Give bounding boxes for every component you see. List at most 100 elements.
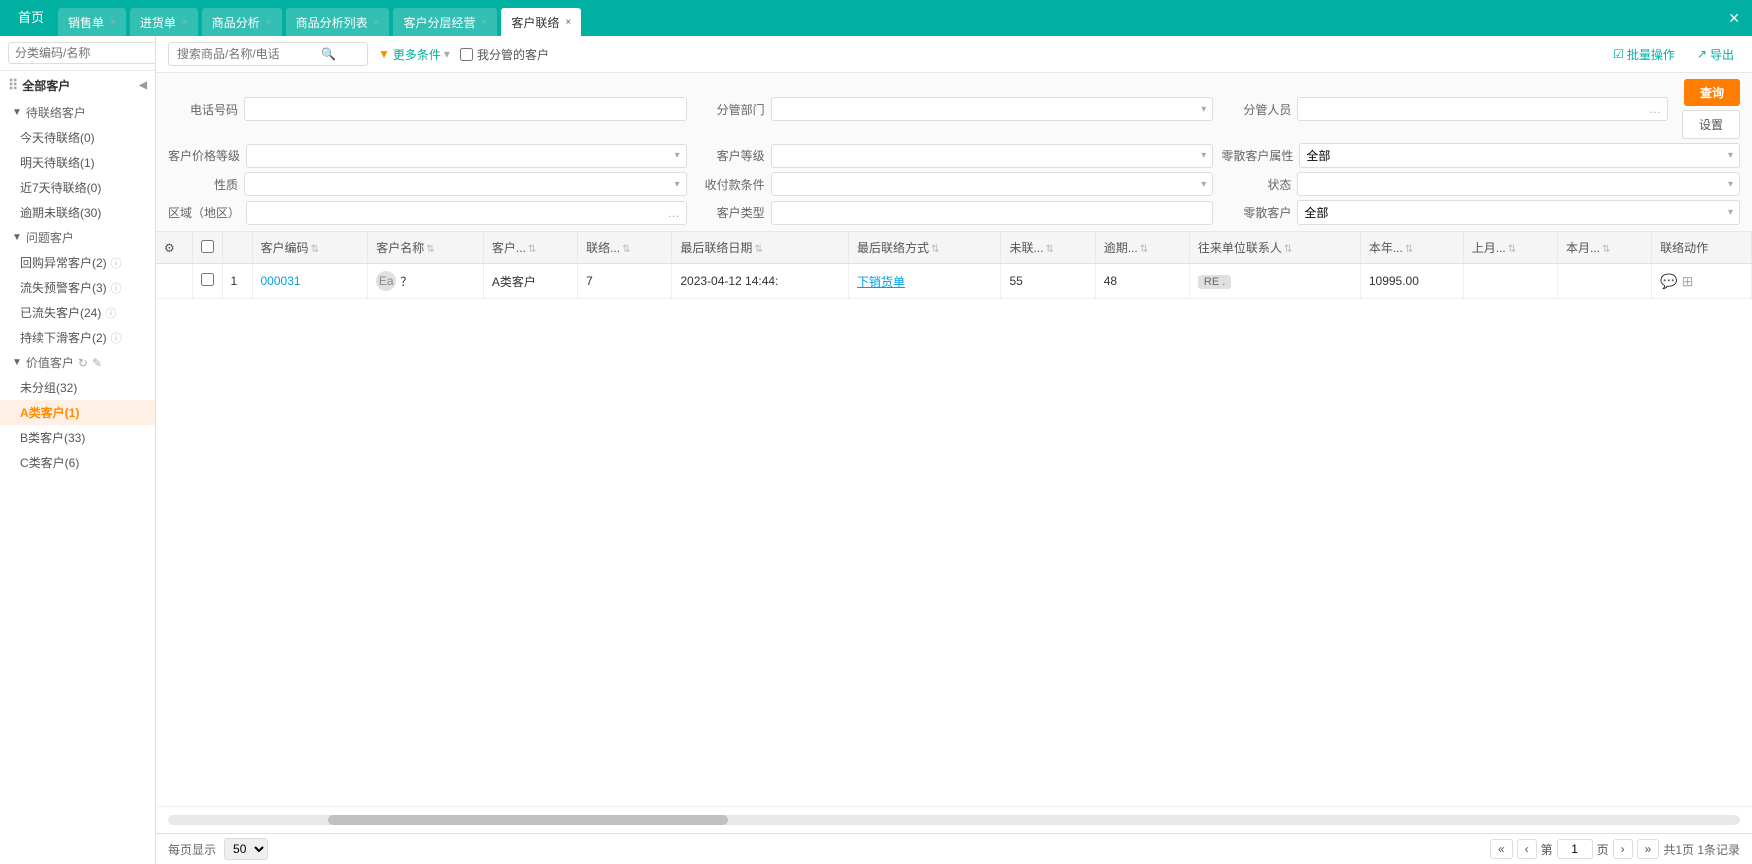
unit-contact-badge: RE . bbox=[1198, 275, 1231, 289]
nav-tab-salesorder-close[interactable]: × bbox=[110, 17, 116, 28]
nav-tab-crm-close[interactable]: × bbox=[481, 17, 487, 28]
th-settings[interactable]: ⚙ bbox=[156, 232, 192, 264]
page-suffix: 页 bbox=[1597, 841, 1609, 858]
sidebar-item-repurchase-anomaly[interactable]: 回购异常客户(2) ⓘ bbox=[0, 250, 155, 275]
my-customers-checkbox[interactable] bbox=[460, 48, 473, 61]
nav-tab-contact[interactable]: 客户联络 × bbox=[501, 8, 581, 36]
filter-region-input[interactable]: … bbox=[246, 201, 687, 225]
sidebar-group-value[interactable]: ▼ 价值客户 ↻ ✎ bbox=[0, 350, 155, 375]
first-page-btn[interactable]: « bbox=[1490, 839, 1513, 859]
sidebar-item-tomorrow[interactable]: 明天待联络(1) bbox=[0, 150, 155, 175]
th-type[interactable]: 客户...⇅ bbox=[483, 232, 577, 264]
nav-tab-salesorder[interactable]: 销售单 × bbox=[58, 8, 126, 36]
sidebar-item-churned[interactable]: 已流失客户(24) ⓘ bbox=[0, 300, 155, 325]
select-all-checkbox[interactable] bbox=[201, 240, 214, 253]
query-button[interactable]: 查询 bbox=[1684, 79, 1740, 106]
search-box[interactable]: 🔍 bbox=[168, 42, 368, 66]
info-icon: ⓘ bbox=[111, 255, 122, 271]
sidebar-item-declining[interactable]: 持续下滑客户(2) ⓘ bbox=[0, 325, 155, 350]
filter-customer-level-select[interactable]: ▾ bbox=[771, 144, 1214, 168]
nav-tab-crm[interactable]: 客户分层经营 × bbox=[393, 8, 497, 36]
scrollbar-track[interactable] bbox=[168, 815, 1740, 825]
th-unit-contact[interactable]: 往来单位联系人⇅ bbox=[1189, 232, 1360, 264]
filter-retail: 零散客户 全部 ▾ bbox=[1221, 200, 1740, 225]
window-close-button[interactable]: ✕ bbox=[1724, 6, 1744, 31]
th-this-year[interactable]: 本年...⇅ bbox=[1360, 232, 1463, 264]
last-page-btn[interactable]: » bbox=[1637, 839, 1660, 859]
sidebar-item-overdue[interactable]: 逾期未联络(30) bbox=[0, 200, 155, 225]
sidebar-item-ungroup[interactable]: 未分组(32) bbox=[0, 375, 155, 400]
export-btn[interactable]: ↗ 导出 bbox=[1691, 44, 1740, 65]
nav-tab-salesorder-label: 销售单 bbox=[68, 14, 104, 31]
nav-tab-analytics-close[interactable]: × bbox=[266, 17, 272, 28]
chat-action-icon[interactable]: 💬 bbox=[1660, 273, 1677, 290]
cell-this-month bbox=[1557, 264, 1651, 299]
sidebar-group-pending[interactable]: ▼ 待联络客户 bbox=[0, 100, 155, 125]
last-way-link[interactable]: 下销货单 bbox=[857, 275, 905, 289]
filter-cust-type-input[interactable] bbox=[771, 201, 1214, 225]
th-not-contact[interactable]: 未联...⇅ bbox=[1001, 232, 1095, 264]
total-info: 共1页 1条记录 bbox=[1663, 841, 1740, 858]
sidebar-all-customers[interactable]: ⠿ 全部客户 ◀ bbox=[0, 71, 155, 100]
my-customers-checkbox-label[interactable]: 我分管的客户 bbox=[460, 46, 549, 63]
advanced-filter: 电话号码 分管部门 ▾ 分管人员 … bbox=[156, 73, 1752, 232]
filter-nature-select[interactable]: ▾ bbox=[244, 172, 687, 196]
th-name[interactable]: 客户名称⇅ bbox=[368, 232, 484, 264]
nav-tab-purchase-close[interactable]: × bbox=[182, 17, 188, 28]
more-filter-btn[interactable]: ▼ 更多条件 ▾ bbox=[378, 46, 450, 63]
th-this-month[interactable]: 本月...⇅ bbox=[1557, 232, 1651, 264]
retail-attr-value: 全部 bbox=[1306, 147, 1330, 164]
page-size-select[interactable]: 50 bbox=[224, 838, 268, 860]
th-last-date[interactable]: 最后联络日期⇅ bbox=[672, 232, 849, 264]
nav-home[interactable]: 首页 bbox=[8, 0, 54, 36]
page-number-input[interactable] bbox=[1557, 839, 1593, 859]
filter-dept: 分管部门 ▾ bbox=[695, 97, 1214, 121]
sidebar-item-c-class[interactable]: C类客户(6) bbox=[0, 450, 155, 475]
th-overdue[interactable]: 逾期...⇅ bbox=[1095, 232, 1189, 264]
nav-tab-analyticslist-close[interactable]: × bbox=[374, 17, 380, 28]
sidebar-item-churn-warning[interactable]: 流失预警客户(3) ⓘ bbox=[0, 275, 155, 300]
refresh-icon[interactable]: ↻ bbox=[78, 356, 88, 370]
search-icon[interactable]: 🔍 bbox=[321, 47, 336, 61]
th-checkbox[interactable] bbox=[192, 232, 222, 264]
row-checkbox[interactable] bbox=[201, 273, 214, 286]
filter-price-level-select[interactable]: ▾ bbox=[246, 144, 687, 168]
search-input[interactable] bbox=[177, 47, 317, 61]
th-contact[interactable]: 联络...⇅ bbox=[578, 232, 672, 264]
dots-person[interactable]: … bbox=[1649, 102, 1661, 116]
th-code[interactable]: 客户编码⇅ bbox=[252, 232, 368, 264]
th-last-way[interactable]: 最后联络方式⇅ bbox=[848, 232, 1001, 264]
prev-page-btn[interactable]: ‹ bbox=[1517, 839, 1537, 859]
sidebar-search-input[interactable] bbox=[8, 42, 156, 64]
sidebar-item-a-class[interactable]: A类客户(1) bbox=[0, 400, 155, 425]
cell-checkbox[interactable] bbox=[192, 264, 222, 299]
th-last-month[interactable]: 上月...⇅ bbox=[1463, 232, 1557, 264]
next-page-btn[interactable]: › bbox=[1613, 839, 1633, 859]
edit-icon[interactable]: ✎ bbox=[92, 356, 102, 370]
sidebar-group-problem[interactable]: ▼ 问题客户 bbox=[0, 225, 155, 250]
cell-last-way[interactable]: 下销货单 bbox=[848, 264, 1001, 299]
dots-region[interactable]: … bbox=[668, 206, 680, 220]
cell-code[interactable]: 000031 bbox=[252, 264, 368, 299]
grid-action-icon[interactable]: ⊞ bbox=[1682, 273, 1694, 290]
triangle-icon2: ▼ bbox=[12, 232, 22, 243]
scrollbar-thumb[interactable] bbox=[328, 815, 728, 825]
nav-tab-analyticslist[interactable]: 商品分析列表 × bbox=[286, 8, 390, 36]
nav-tab-purchase[interactable]: 进货单 × bbox=[130, 8, 198, 36]
batch-ops-btn[interactable]: ☑ 批量操作 bbox=[1607, 44, 1681, 65]
sidebar-item-b-class[interactable]: B类客户(33) bbox=[0, 425, 155, 450]
setting-button[interactable]: 设置 bbox=[1682, 110, 1740, 139]
nav-tab-analytics[interactable]: 商品分析 × bbox=[202, 8, 282, 36]
nav-tab-analyticslist-label: 商品分析列表 bbox=[296, 14, 368, 31]
filter-payment-select[interactable]: ▾ bbox=[771, 172, 1214, 196]
filter-person-input[interactable]: … bbox=[1297, 97, 1668, 121]
sidebar-item-today[interactable]: 今天待联络(0) bbox=[0, 125, 155, 150]
sidebar-item-7days[interactable]: 近7天待联络(0) bbox=[0, 175, 155, 200]
filter-dept-select[interactable]: ▾ bbox=[771, 97, 1214, 121]
nav-tab-contact-close[interactable]: × bbox=[565, 17, 571, 28]
filter-status-select[interactable]: ▾ bbox=[1297, 172, 1740, 196]
filter-retail-attr-select[interactable]: 全部 ▾ bbox=[1299, 143, 1740, 168]
nav-tab-contact-label: 客户联络 bbox=[511, 14, 559, 31]
filter-retail-select[interactable]: 全部 ▾ bbox=[1297, 200, 1740, 225]
filter-phone-input[interactable] bbox=[244, 97, 687, 121]
